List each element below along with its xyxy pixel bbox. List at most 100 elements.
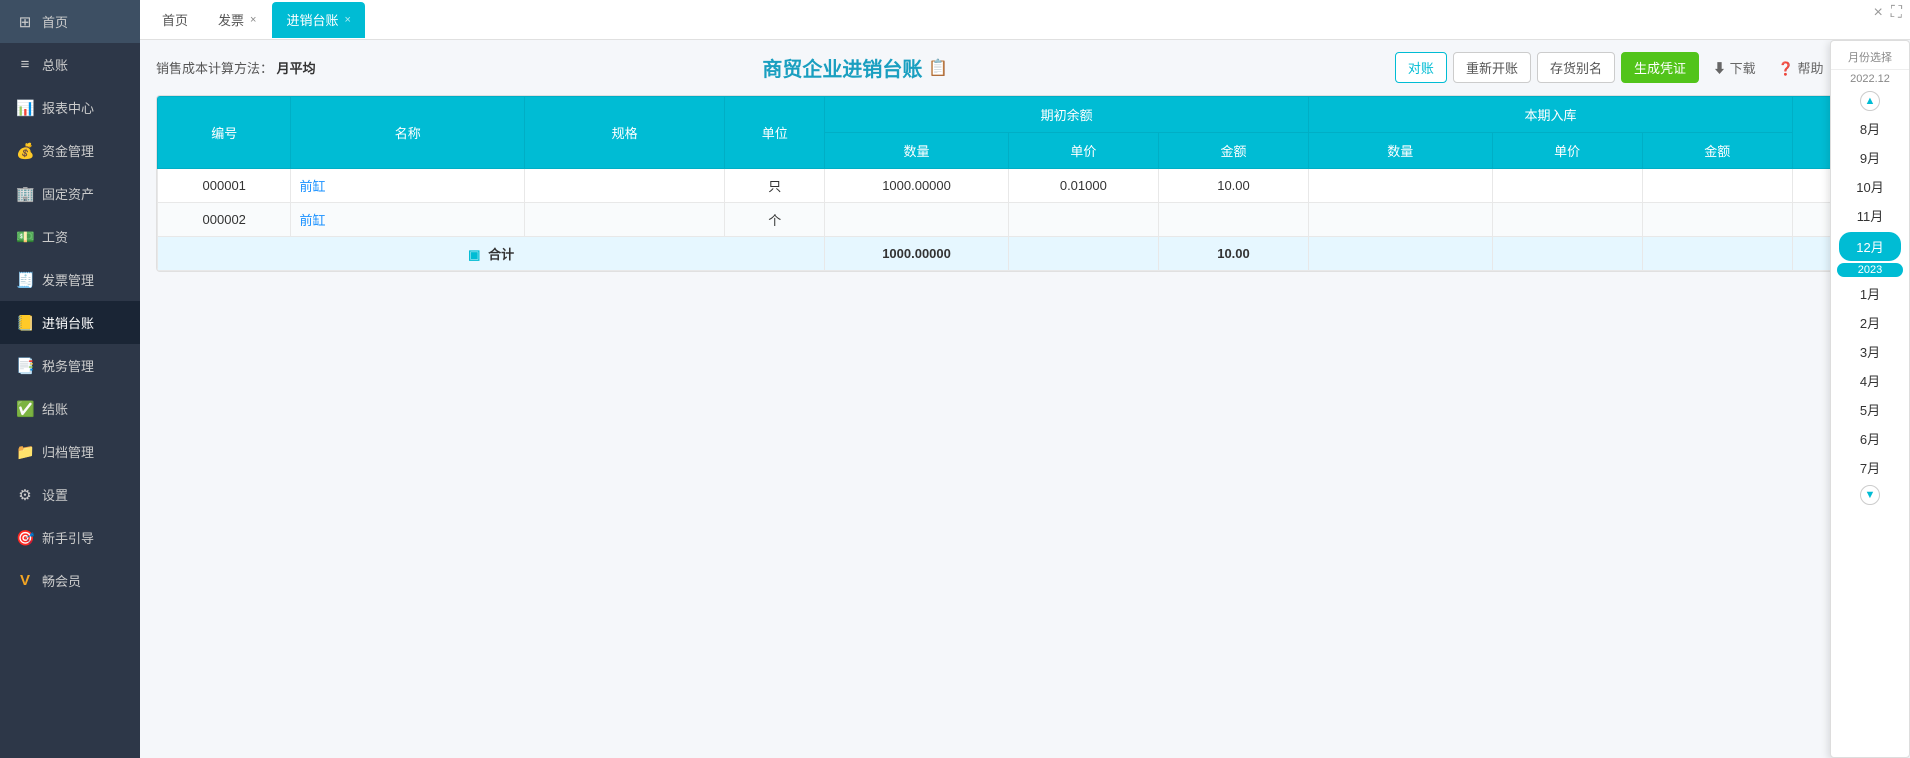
month-panel-title: 月份选择	[1831, 45, 1909, 70]
window-controls: × ⛶	[1873, 4, 1902, 22]
sidebar-item-tax[interactable]: 📑 税务管理	[0, 344, 140, 387]
month-nav-down: ▼	[1831, 482, 1909, 508]
month-item-3[interactable]: 3月	[1831, 337, 1909, 366]
sidebar-item-funds[interactable]: 💰 资金管理	[0, 129, 140, 172]
year-2023-badge: 2023	[1837, 263, 1903, 277]
col-header-open-amount: 金额	[1158, 133, 1308, 169]
cell-open-amount: 10.00	[1158, 169, 1308, 203]
cell-in-price	[1492, 203, 1642, 237]
sidebar-item-purchase-sales[interactable]: 📒 进销台账	[0, 301, 140, 344]
cell-in-price	[1492, 169, 1642, 203]
tab-invoice[interactable]: 发票 ×	[204, 2, 270, 38]
sidebar-item-archive[interactable]: 📁 归档管理	[0, 430, 140, 473]
total-open-amount: 10.00	[1158, 237, 1308, 271]
tab-purchase-sales-close[interactable]: ×	[344, 14, 350, 26]
month-item-7[interactable]: 7月	[1831, 453, 1909, 482]
month-item-9[interactable]: 9月	[1831, 143, 1909, 172]
cell-spec	[525, 203, 725, 237]
cost-method: 销售成本计算方法： 月平均	[156, 58, 316, 77]
month-next-button[interactable]: ▼	[1860, 485, 1880, 505]
settings-icon: ⚙	[16, 486, 34, 504]
col-header-name: 名称	[291, 97, 525, 169]
toolbar: 对账 重新开账 存货别名 生成凭证 ⬇ 下载 ❓ 帮助 ↻ 刷新	[1395, 52, 1894, 83]
table-total-row: ▣ 合计 1000.00000 10.00	[158, 237, 1893, 271]
month-item-8[interactable]: 8月	[1831, 114, 1909, 143]
col-header-opening: 期初余额	[825, 97, 1309, 133]
content-area: 销售成本计算方法： 月平均 商贸企业进销台账 📋 对账 重新开账 存货别名 生成…	[140, 40, 1910, 758]
cell-name: 前缸	[291, 203, 525, 237]
month-item-11[interactable]: 11月	[1831, 201, 1909, 230]
col-header-in-amount: 金额	[1642, 133, 1792, 169]
cell-open-price	[1008, 203, 1158, 237]
download-button[interactable]: ⬇ 下载	[1705, 53, 1764, 82]
sidebar-item-vip[interactable]: V 畅会员	[0, 559, 140, 602]
data-table-wrap: 编号 名称 规格 单位 期初余额 本期入库 数 数量 单价 金额 数量 单价	[156, 95, 1894, 272]
sidebar-item-home[interactable]: ⊞ 首页	[0, 0, 140, 43]
cell-open-qty	[825, 203, 1009, 237]
col-header-id: 编号	[158, 97, 291, 169]
sidebar-item-guide[interactable]: 🎯 新手引导	[0, 516, 140, 559]
month-item-10[interactable]: 10月	[1831, 172, 1909, 201]
maximize-window-button[interactable]: ⛶	[1891, 4, 1902, 22]
reconcile-button[interactable]: 对账	[1395, 52, 1447, 83]
info-bar: 销售成本计算方法： 月平均 商贸企业进销台账 📋 对账 重新开账 存货别名 生成…	[156, 52, 1894, 83]
sidebar-item-ledger[interactable]: ≡ 总账	[0, 43, 140, 86]
cell-spec	[525, 169, 725, 203]
sidebar-item-salary[interactable]: 💵 工资	[0, 215, 140, 258]
funds-icon: 💰	[16, 142, 34, 160]
total-label-cell: ▣ 合计	[158, 237, 825, 271]
cell-unit: 个	[725, 203, 825, 237]
month-item-4[interactable]: 4月	[1831, 366, 1909, 395]
close-window-button[interactable]: ×	[1873, 4, 1882, 22]
cell-id: 000001	[158, 169, 291, 203]
tab-home[interactable]: 首页	[148, 2, 202, 38]
page-title: 商贸企业进销台账 📋	[762, 53, 948, 82]
col-header-in-qty: 数量	[1309, 133, 1493, 169]
help-button[interactable]: ❓ 帮助	[1770, 53, 1832, 82]
reopen-button[interactable]: 重新开账	[1453, 52, 1531, 83]
save-alias-button[interactable]: 存货别名	[1537, 52, 1615, 83]
month-panel: 月份选择 2022.12 ▲ 8月 9月 10月 11月 12月 2023 1月…	[1830, 40, 1910, 758]
cell-name: 前缸	[291, 169, 525, 203]
table-row: 000002 前缸 个	[158, 203, 1893, 237]
total-label: 合计	[488, 247, 514, 262]
month-item-1[interactable]: 1月	[1831, 279, 1909, 308]
col-header-open-price: 单价	[1008, 133, 1158, 169]
tab-bar: 首页 发票 × 进销台账 ×	[140, 0, 1910, 40]
month-item-6[interactable]: 6月	[1831, 424, 1909, 453]
sidebar-item-invoice-mgmt[interactable]: 🧾 发票管理	[0, 258, 140, 301]
purchase-sales-icon: 📒	[16, 314, 34, 332]
sidebar-item-assets[interactable]: 🏢 固定资产	[0, 172, 140, 215]
total-in-amount	[1642, 237, 1792, 271]
month-item-2[interactable]: 2月	[1831, 308, 1909, 337]
month-prev-button[interactable]: ▲	[1860, 91, 1880, 111]
total-icon: ▣	[468, 247, 480, 262]
page-title-icon[interactable]: 📋	[928, 58, 948, 78]
cell-unit: 只	[725, 169, 825, 203]
archive-icon: 📁	[16, 443, 34, 461]
reports-icon: 📊	[16, 99, 34, 117]
guide-icon: 🎯	[16, 529, 34, 547]
tab-purchase-sales[interactable]: 进销台账 ×	[272, 2, 364, 38]
total-in-qty	[1309, 237, 1493, 271]
cell-open-price: 0.01000	[1008, 169, 1158, 203]
cell-in-qty	[1309, 169, 1493, 203]
col-header-spec: 规格	[525, 97, 725, 169]
generate-voucher-button[interactable]: 生成凭证	[1621, 52, 1699, 83]
tab-invoice-close[interactable]: ×	[250, 14, 256, 26]
month-item-12[interactable]: 12月	[1839, 232, 1901, 261]
sidebar-item-reports[interactable]: 📊 报表中心	[0, 86, 140, 129]
col-header-unit: 单位	[725, 97, 825, 169]
tax-icon: 📑	[16, 357, 34, 375]
table-row: 000001 前缸 只 1000.00000 0.01000 10.00	[158, 169, 1893, 203]
cell-in-amount	[1642, 169, 1792, 203]
month-item-5[interactable]: 5月	[1831, 395, 1909, 424]
ledger-icon: ≡	[16, 56, 34, 73]
assets-icon: 🏢	[16, 185, 34, 203]
sidebar-item-settings[interactable]: ⚙ 设置	[0, 473, 140, 516]
total-in-price	[1492, 237, 1642, 271]
sidebar-item-checkout[interactable]: ✅ 结账	[0, 387, 140, 430]
total-open-price	[1008, 237, 1158, 271]
main-area: 首页 发票 × 进销台账 × 销售成本计算方法： 月平均 商贸企业进销台账 📋 …	[140, 0, 1910, 758]
cell-open-amount	[1158, 203, 1308, 237]
